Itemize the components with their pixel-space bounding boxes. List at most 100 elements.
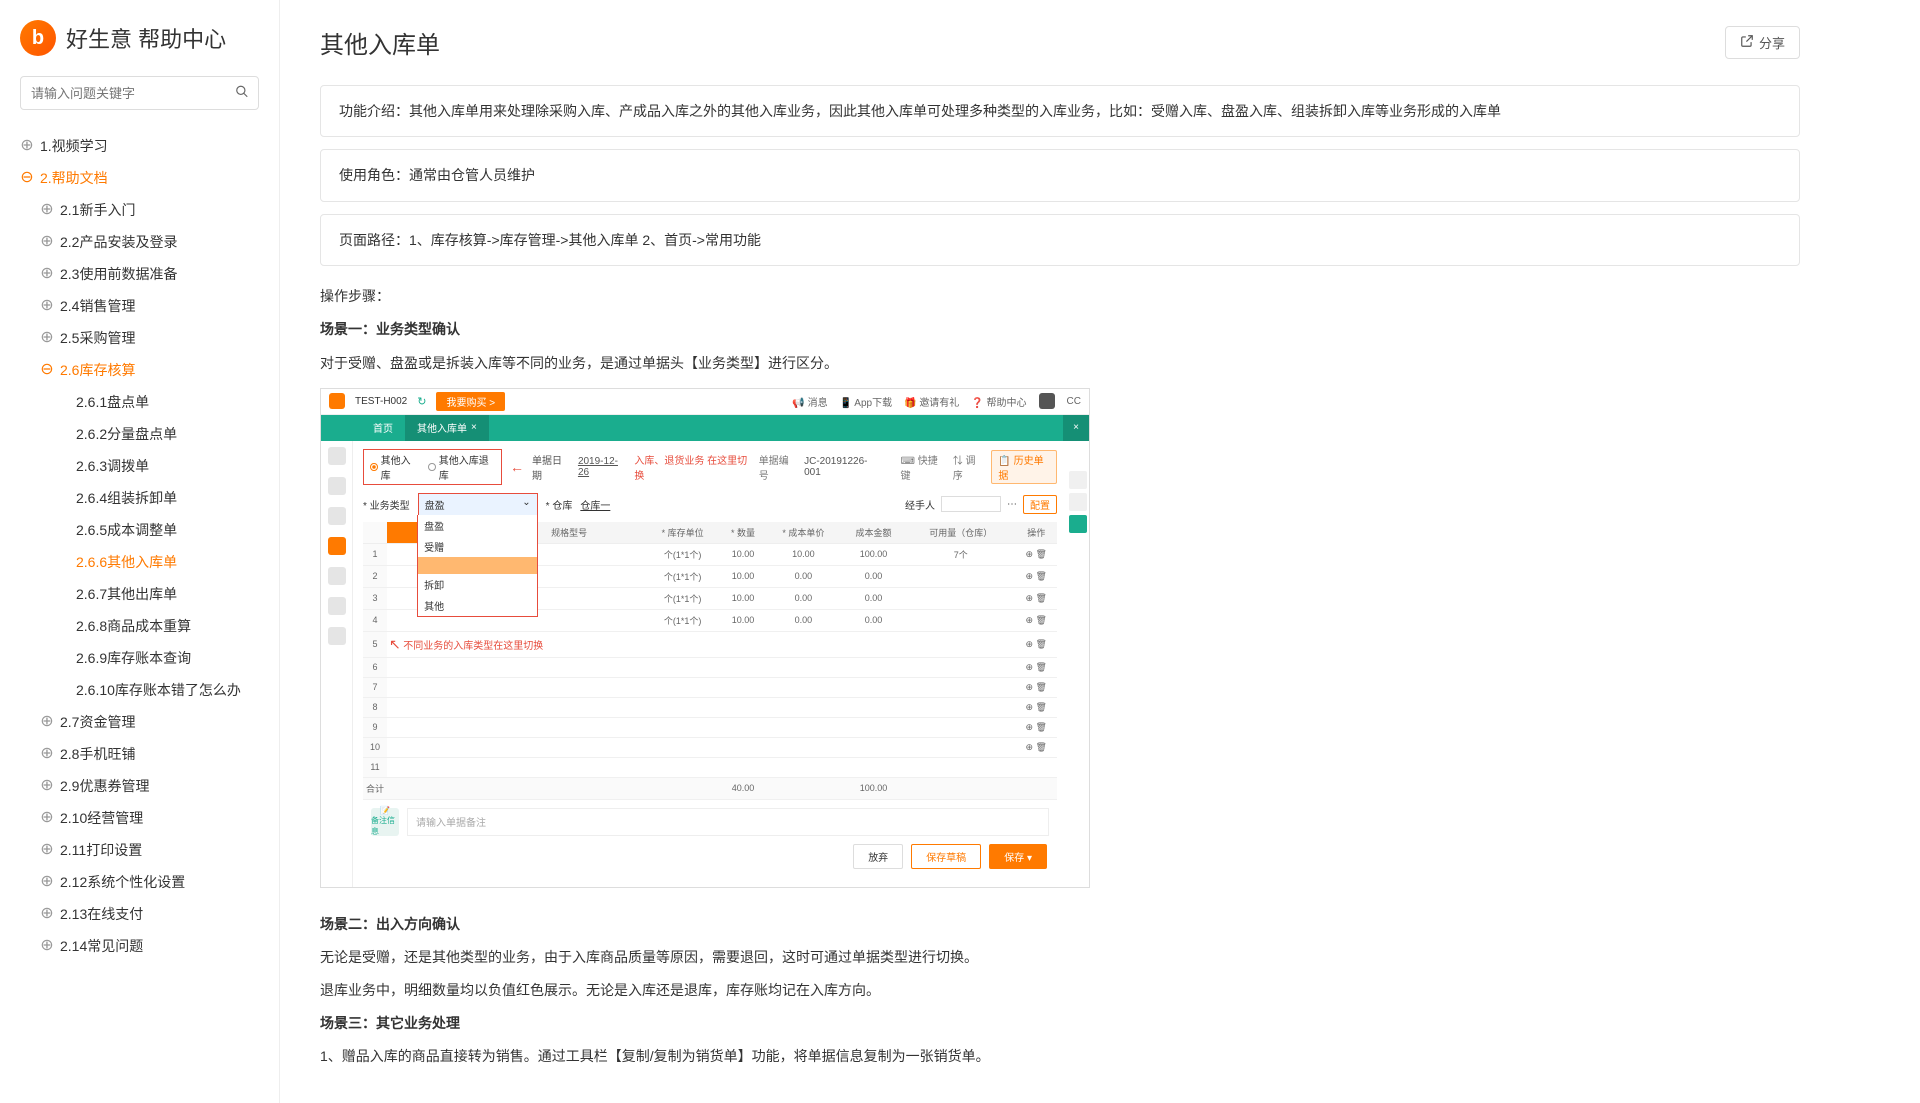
radio-return: 其他入库退库 <box>428 452 495 482</box>
minus-icon: ⊖ <box>40 363 54 377</box>
plus-icon: ⊕ <box>40 331 54 345</box>
scene3-title: 场景三：其它业务处理 <box>320 1011 1800 1036</box>
remark-icon: 📝备注信息 <box>371 808 399 836</box>
doc-label: 单据编号 <box>759 452 796 482</box>
ss-topbar: TEST-H002 ↻ 我要购买 > 📢 消息 📱 App下载 🎁 邀请有礼 ❓… <box>321 389 1089 415</box>
plus-icon: ⊕ <box>40 811 54 825</box>
th-op: 操作 <box>1015 522 1057 544</box>
plus-icon: ⊕ <box>40 907 54 921</box>
nav-2-13[interactable]: ⊕2.13在线支付 <box>20 898 259 930</box>
steps-label: 操作步骤： <box>320 284 1800 309</box>
nav-2-1[interactable]: ⊕2.1新手入门 <box>20 194 259 226</box>
scene1-title: 场景一：业务类型确认 <box>320 317 1800 342</box>
nav-2-5[interactable]: ⊕2.5采购管理 <box>20 322 259 354</box>
nav-2-6-2[interactable]: 2.6.2分量盘点单 <box>20 418 259 450</box>
nav-2-6-5[interactable]: 2.6.5成本调整单 <box>20 514 259 546</box>
nav-2-6-1[interactable]: 2.6.1盘点单 <box>20 386 259 418</box>
nav-video[interactable]: ⊕1.视频学习 <box>20 130 259 162</box>
nav-2-2[interactable]: ⊕2.2产品安装及登录 <box>20 226 259 258</box>
table-row: 6⊕ 🗑 <box>363 657 1057 677</box>
table-row: 10⊕ 🗑 <box>363 737 1057 757</box>
role-label: 使用角色： <box>339 167 409 183</box>
nav-2-8[interactable]: ⊕2.8手机旺铺 <box>20 738 259 770</box>
ss-content: 其他入库 其他入库退库 ← 单据日期 2019-12-26 入库、退货业务 在这… <box>353 441 1067 887</box>
plus-icon: ⊕ <box>40 875 54 889</box>
nav-2-11[interactable]: ⊕2.11打印设置 <box>20 834 259 866</box>
doc-no: JC-20191226-001 <box>804 456 879 478</box>
plus-icon: ⊕ <box>40 715 54 729</box>
nav-2-12[interactable]: ⊕2.12系统个性化设置 <box>20 866 259 898</box>
dd-item: 受赠 <box>418 536 537 557</box>
table-row: 9⊕ 🗑 <box>363 717 1057 737</box>
plus-icon: ⊕ <box>40 939 54 953</box>
plus-icon: ⊕ <box>40 203 54 217</box>
tool-icon <box>1069 471 1087 489</box>
nav-2-3[interactable]: ⊕2.3使用前数据准备 <box>20 258 259 290</box>
minus-icon: ⊖ <box>20 171 34 185</box>
dd-list: 盘盈 受赠 拆卸 其他 <box>417 515 538 617</box>
wh-value: 仓库一 <box>580 497 610 512</box>
tool-icon <box>1069 493 1087 511</box>
plus-icon: ⊕ <box>40 267 54 281</box>
plus-icon: ⊕ <box>40 779 54 793</box>
chevron-down-icon: ⌄ <box>522 497 530 512</box>
th-amt: 成本金额 <box>841 522 906 544</box>
scene2-title: 场景二：出入方向确认 <box>320 912 1800 937</box>
draft-button: 保存草稿 <box>911 844 981 869</box>
nav-2-6-8[interactable]: 2.6.8商品成本重算 <box>20 610 259 642</box>
table-sum: 合计40.00100.00 <box>363 777 1057 799</box>
plus-icon: ⊕ <box>20 139 34 153</box>
table-row: 7⊕ 🗑 <box>363 677 1057 697</box>
content-area: 操作步骤： 场景一：业务类型确认 对于受赠、盘盈或是拆装入库等不同的业务，是通过… <box>320 284 1800 1070</box>
ss-note1: 入库、退货业务 在这里切换 <box>634 452 750 482</box>
nav-2-7[interactable]: ⊕2.7资金管理 <box>20 706 259 738</box>
nav-2-6-3[interactable]: 2.6.3调拨单 <box>20 450 259 482</box>
nav-icon <box>328 567 346 585</box>
ss-tenant: TEST-H002 <box>355 396 407 407</box>
screenshot-image: TEST-H002 ↻ 我要购买 > 📢 消息 📱 App下载 🎁 邀请有礼 ❓… <box>320 388 1090 888</box>
nav-2-10[interactable]: ⊕2.10经营管理 <box>20 802 259 834</box>
nav-2-4[interactable]: ⊕2.4销售管理 <box>20 290 259 322</box>
nav-icon <box>328 597 346 615</box>
share-button[interactable]: 分享 <box>1725 26 1800 59</box>
nav-help-docs[interactable]: ⊖2.帮助文档 <box>20 162 259 194</box>
search-input[interactable] <box>20 76 259 110</box>
field-wh-label: * 仓库 <box>546 497 573 512</box>
link-shortcut: ⌨ 快捷键 <box>901 452 945 482</box>
search-icon[interactable] <box>235 85 249 102</box>
person-input <box>941 496 1001 512</box>
ss-radio-group: 其他入库 其他入库退库 <box>363 449 502 485</box>
nav-2-6-6[interactable]: 2.6.6其他入库单 <box>20 546 259 578</box>
avatar-icon <box>1039 393 1055 409</box>
intro-label: 功能介绍： <box>339 103 409 119</box>
path-label: 页面路径： <box>339 232 409 248</box>
radio-in: 其他入库 <box>370 452 418 482</box>
nav-2-14[interactable]: ⊕2.14常见问题 <box>20 930 259 962</box>
logo-icon: b <box>20 20 56 56</box>
nav-2-9[interactable]: ⊕2.9优惠券管理 <box>20 770 259 802</box>
ss-row2: * 业务类型 盘盈⌄ 盘盈 受赠 拆卸 其他 <box>363 493 1057 516</box>
close-all-icon: × <box>1063 415 1089 441</box>
th-num <box>363 522 387 544</box>
dd-item <box>418 557 537 574</box>
nav-2-6-4[interactable]: 2.6.4组装拆卸单 <box>20 482 259 514</box>
page-title: 其他入库单 <box>320 25 440 60</box>
path-text: 1、库存核算->库存管理->其他入库单 2、首页->常用功能 <box>409 232 761 248</box>
link-history: 📋 历史单据 <box>991 450 1057 484</box>
biz-dropdown: 盘盈⌄ 盘盈 受赠 拆卸 其他 <box>418 493 538 516</box>
date-value: 2019-12-26 <box>578 456 626 478</box>
save-button: 保存 ▾ <box>989 844 1047 869</box>
nav-2-6-10[interactable]: 2.6.10库存账本错了怎么办 <box>20 674 259 706</box>
nav-2-6-7[interactable]: 2.6.7其他出库单 <box>20 578 259 610</box>
ss-tab-other-in: 其他入库单× <box>405 415 489 441</box>
remark-input: 请输入单据备注 <box>407 808 1049 836</box>
ss-note2: 不同业务的入库类型在这里切换 <box>403 641 543 652</box>
nav-2-6-9[interactable]: 2.6.9库存账本查询 <box>20 642 259 674</box>
intro-block: 功能介绍：其他入库单用来处理除采购入库、产成品入库之外的其他入库业务，因此其他入… <box>320 85 1800 137</box>
logo-text: 好生意 帮助中心 <box>66 22 226 54</box>
ss-leftnav <box>321 441 353 887</box>
table-row: 5↖ 不同业务的入库类型在这里切换⊕ 🗑 <box>363 631 1057 657</box>
nav-2-6[interactable]: ⊖2.6库存核算 <box>20 354 259 386</box>
ss-rightbar <box>1067 441 1089 887</box>
ss-app: 📱 App下载 <box>840 394 892 409</box>
